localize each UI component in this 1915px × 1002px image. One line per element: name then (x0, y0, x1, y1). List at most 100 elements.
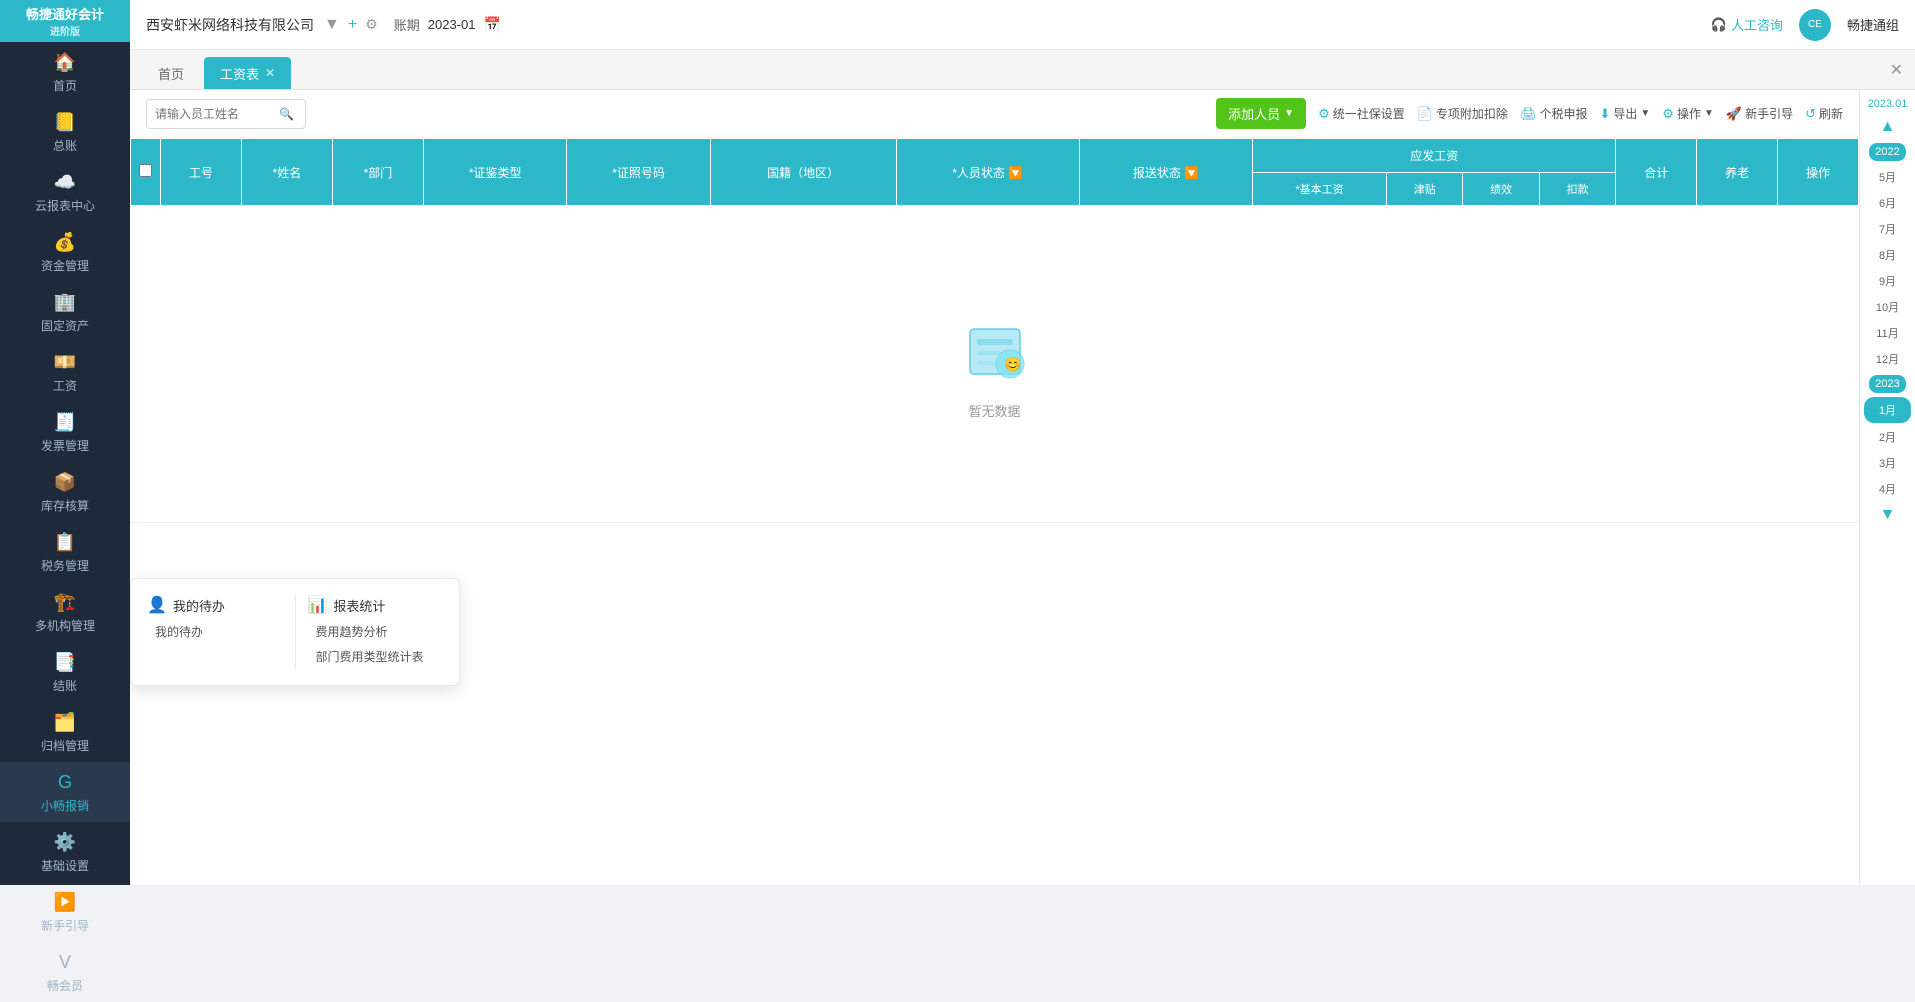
export-dropdown-icon: ▼ (1640, 108, 1650, 119)
tab-home[interactable]: 首页 (142, 57, 200, 89)
popup-dept-expense-item[interactable]: 部门费用类型统计表 (308, 644, 444, 669)
special-deduct-label: 专项附加扣除 (1436, 105, 1508, 122)
th-bonus: 绩效 (1463, 173, 1539, 206)
timeline-2022-11[interactable]: 11月 (1860, 320, 1915, 346)
fund-icon: 💰 (54, 232, 76, 253)
todo-icon: 👤 (147, 595, 167, 615)
service-button[interactable]: 🎧 人工咨询 (1711, 15, 1783, 34)
timeline-2022-12[interactable]: 12月 (1860, 346, 1915, 372)
company-dropdown-icon[interactable]: ▼ (324, 16, 340, 34)
popup-report-label: 报表统计 (333, 596, 385, 615)
search-box[interactable]: 🔍 (146, 99, 306, 129)
sidebar-item-xiaochangbaoxiao[interactable]: G 小畅报销 (0, 762, 130, 822)
operations-action[interactable]: ⚙ 操作 ▼ (1662, 105, 1714, 122)
svg-text:😊: 😊 (1004, 356, 1021, 372)
refresh-action[interactable]: ↺ 刷新 (1805, 105, 1843, 122)
salary-icon: 💴 (54, 352, 76, 373)
tab-close-icon[interactable]: ✕ (265, 66, 275, 80)
timeline-2022-8[interactable]: 8月 (1860, 242, 1915, 268)
th-person-status[interactable]: *人员状态 🔽 (896, 139, 1079, 206)
settings-icon[interactable]: ⚙ (365, 16, 378, 33)
timeline-2023-4[interactable]: 4月 (1860, 476, 1915, 502)
th-report-status[interactable]: 报送状态 🔽 (1079, 139, 1252, 206)
sidebar-item-member[interactable]: V 畅会员 (0, 942, 130, 1002)
app-logo: 畅捷通好会计 进阶版 (0, 0, 130, 42)
refresh-icon: ↺ (1805, 106, 1816, 122)
topbar: 西安虾米网络科技有限公司 ▼ + ⚙ 账期 2023-01 📅 🎧 人工咨询 C… (130, 0, 1915, 50)
sidebar-item-archive-label: 归档管理 (41, 737, 89, 754)
sidebar-item-inventory-label: 库存核算 (41, 497, 89, 514)
sidebar-item-accounts[interactable]: 📑 结账 (0, 642, 130, 702)
timeline-2022-6[interactable]: 6月 (1860, 190, 1915, 216)
add-person-dropdown-icon: ▼ (1284, 108, 1294, 119)
th-id-type: *证鉴类型 (423, 139, 566, 206)
avatar-text: CE (1808, 19, 1822, 30)
sidebar-item-invoice[interactable]: 🧾 发票管理 (0, 402, 130, 462)
sidebar-item-fund[interactable]: 💰 资金管理 (0, 222, 130, 282)
sidebar-item-basic-settings-label: 基础设置 (41, 857, 89, 874)
new-guide-toolbar-icon: 🚀 (1726, 106, 1742, 122)
sidebar-item-multi-org[interactable]: 🏗️ 多机构管理 (0, 582, 130, 642)
export-action[interactable]: ⬇ 导出 ▼ (1599, 105, 1650, 122)
sidebar: 畅捷通好会计 进阶版 🏠 首页 📒 总账 ☁️ 云报表中心 💰 资金管理 🏢 固… (0, 0, 130, 885)
timeline-2023-2[interactable]: 2月 (1860, 424, 1915, 450)
th-checkbox[interactable] (131, 139, 161, 206)
timeline-next-button[interactable]: ▼ (1876, 502, 1900, 528)
main-area: 西安虾米网络科技有限公司 ▼ + ⚙ 账期 2023-01 📅 🎧 人工咨询 C… (130, 0, 1915, 885)
th-total: 合计 (1616, 139, 1697, 206)
table-wrapper: 工号 *姓名 *部门 *证鉴类型 *证照号码 国籍（地区） *人员状态 🔽 报送… (130, 138, 1859, 885)
toolbar-right: 添加人员 ▼ ⚙ 统一社保设置 📄 专项附加扣除 🖨 个税申报 (1216, 98, 1843, 129)
sidebar-item-cloud-report[interactable]: ☁️ 云报表中心 (0, 162, 130, 222)
fixed-assets-icon: 🏢 (54, 292, 76, 313)
tab-salary-table[interactable]: 工资表 ✕ (204, 57, 291, 89)
special-deduct-action[interactable]: 📄 专项附加扣除 (1417, 105, 1508, 122)
sidebar-item-new-guide[interactable]: ▶️ 新手引导 (0, 882, 130, 942)
timeline-2022-7[interactable]: 7月 (1860, 216, 1915, 242)
timeline-2022-5[interactable]: 5月 (1860, 164, 1915, 190)
avatar: CE (1799, 9, 1831, 41)
popup-my-todo-item[interactable]: 我的待办 (147, 619, 283, 644)
sidebar-item-salary[interactable]: 💴 工资 (0, 342, 130, 402)
tab-home-label: 首页 (158, 64, 184, 83)
sidebar-item-basic-settings[interactable]: ⚙️ 基础设置 (0, 822, 130, 882)
headset-icon: 🎧 (1711, 17, 1727, 33)
add-person-label: 添加人员 (1228, 104, 1280, 123)
timeline-2023-3[interactable]: 3月 (1860, 450, 1915, 476)
timeline-2022-9[interactable]: 9月 (1860, 268, 1915, 294)
add-company-icon[interactable]: + (348, 16, 357, 34)
sidebar-item-ledger[interactable]: 📒 总账 (0, 102, 130, 162)
search-input[interactable] (155, 107, 275, 121)
topbar-right: 🎧 人工咨询 CE 畅捷通组 (1711, 9, 1899, 41)
invoice-icon: 🧾 (54, 412, 76, 433)
timeline-2023-1[interactable]: 1月 (1864, 397, 1911, 423)
search-icon: 🔍 (279, 107, 294, 121)
timeline-2022-10[interactable]: 10月 (1860, 294, 1915, 320)
select-all-checkbox[interactable] (139, 164, 152, 177)
sidebar-item-fixed-assets[interactable]: 🏢 固定资产 (0, 282, 130, 342)
close-all-button[interactable]: ✕ (1890, 60, 1903, 80)
service-label: 人工咨询 (1731, 15, 1783, 34)
tax-report-action[interactable]: 🖨 个税申报 (1520, 105, 1588, 122)
empty-text: 暂无数据 (968, 401, 1020, 420)
multi-org-icon: 🏗️ (54, 592, 76, 613)
popup-expense-trend-item[interactable]: 费用趋势分析 (308, 619, 444, 644)
popup-columns: 👤 我的待办 我的待办 📊 报表统计 费用趋势分析 (147, 595, 443, 669)
sidebar-item-home[interactable]: 🏠 首页 (0, 42, 130, 102)
tax-report-icon: 🖨 (1520, 106, 1537, 122)
social-insurance-action[interactable]: ⚙ 统一社保设置 (1318, 105, 1405, 122)
add-person-button[interactable]: 添加人员 ▼ (1216, 98, 1306, 129)
salary-table: 工号 *姓名 *部门 *证鉴类型 *证照号码 国籍（地区） *人员状态 🔽 报送… (130, 138, 1859, 523)
sidebar-item-inventory[interactable]: 📦 库存核算 (0, 462, 130, 522)
th-department: *部门 (332, 139, 423, 206)
calendar-icon[interactable]: 📅 (483, 16, 500, 33)
sidebar-item-tax[interactable]: 📋 税务管理 (0, 522, 130, 582)
company-name: 西安虾米网络科技有限公司 (146, 15, 314, 35)
empty-illustration: 😊 (955, 309, 1035, 389)
tax-report-label: 个税申报 (1539, 105, 1587, 122)
sidebar-item-archive[interactable]: 🗂️ 归档管理 (0, 702, 130, 762)
popup-col-report: 📊 报表统计 费用趋势分析 部门费用类型统计表 (308, 595, 444, 669)
close-all-icon[interactable]: ✕ (1890, 62, 1903, 79)
timeline-prev-button[interactable]: ▲ (1876, 114, 1900, 140)
th-operations: 操作 (1778, 139, 1859, 206)
new-guide-action[interactable]: 🚀 新手引导 (1726, 105, 1793, 122)
